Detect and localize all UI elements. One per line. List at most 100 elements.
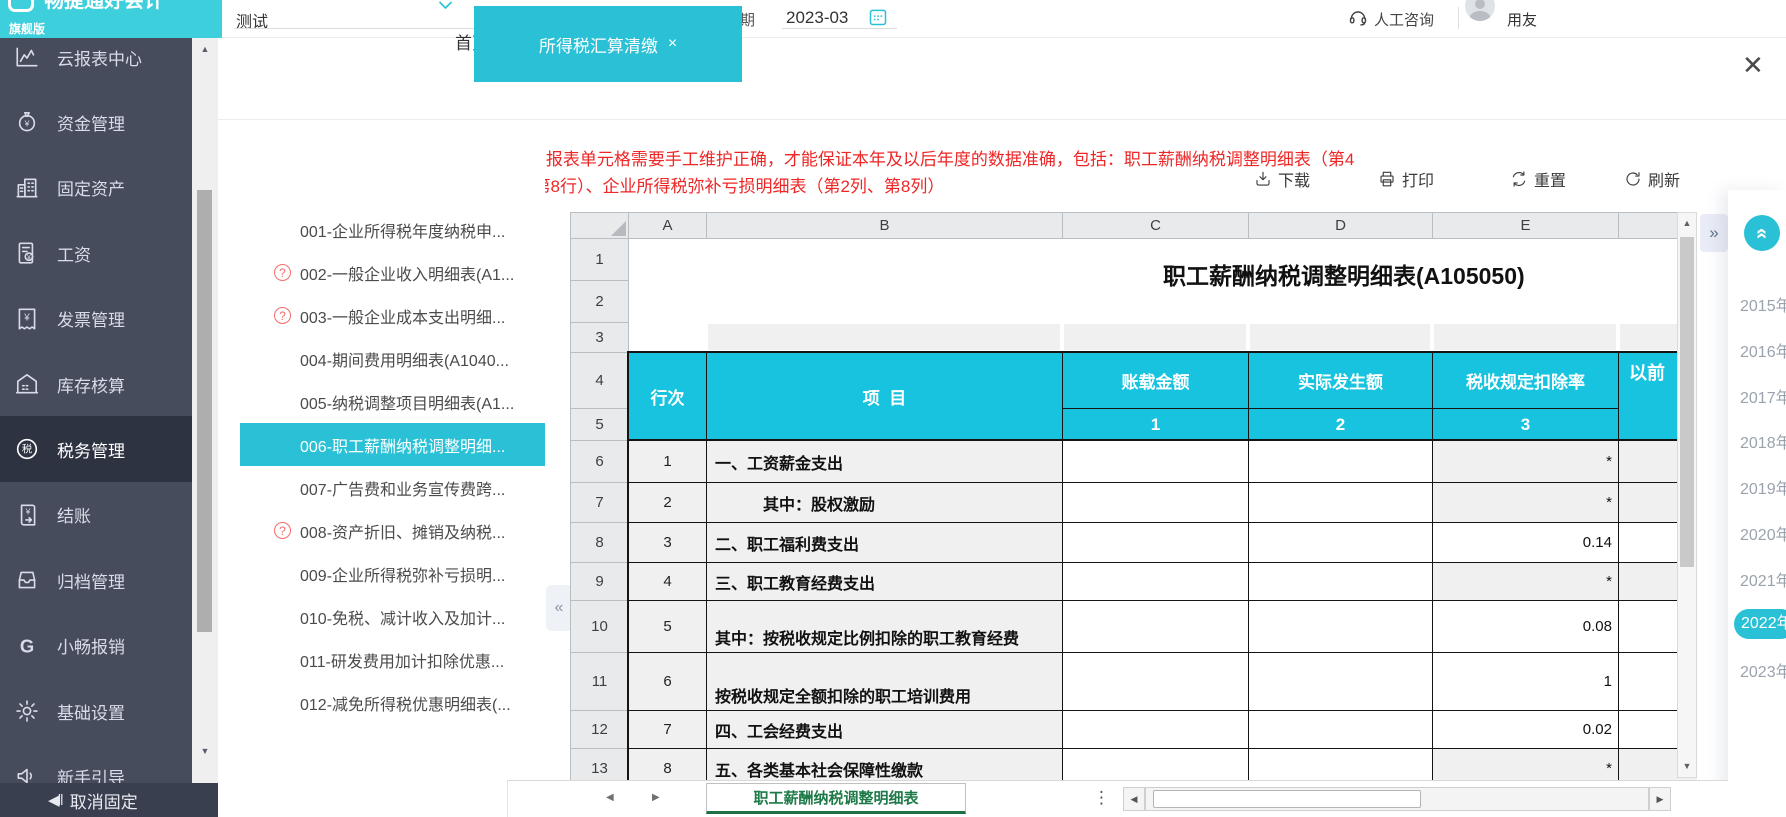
row-header-6[interactable]: 6	[570, 440, 629, 483]
cell-amount-book-4[interactable]	[1062, 562, 1249, 601]
sheet-tab-active[interactable]: 职工薪酬纳税调整明细表	[706, 783, 966, 814]
column-header-E[interactable]: E	[1432, 212, 1619, 239]
form-list-item[interactable]: 010-免税、减计收入及加计...	[240, 595, 545, 638]
sidebar-item-closing[interactable]: ¥ 结账	[0, 482, 192, 548]
sidebar-item-invoices[interactable]: ¥ 发票管理	[0, 286, 192, 352]
empty-cell[interactable]	[1250, 324, 1430, 350]
reset-button[interactable]: 重置	[1510, 166, 1566, 192]
year-item-2016[interactable]: 2016年	[1740, 338, 1786, 361]
cell-line-5[interactable]: 5	[628, 600, 707, 653]
form-list-item[interactable]: 006-职工薪酬纳税调整明细...	[240, 423, 545, 466]
cell-amount-book-8[interactable]	[1062, 748, 1249, 780]
form-list-item[interactable]: ? 002-一般企业收入明细表(A1...	[240, 251, 545, 294]
column-header-corner[interactable]	[570, 212, 629, 239]
refresh-button[interactable]: 刷新	[1624, 166, 1680, 192]
cell-amount-book-5[interactable]	[1062, 600, 1249, 653]
cell-line-2[interactable]: 2	[628, 482, 707, 523]
year-item-2021[interactable]: 2021年	[1740, 567, 1786, 590]
form-list-item[interactable]: 009-企业所得税弥补亏损明...	[240, 552, 545, 595]
cell-line-1[interactable]: 1	[628, 440, 707, 483]
cell-amount-actual-5[interactable]	[1248, 600, 1433, 653]
row-header-13[interactable]: 13	[570, 748, 629, 780]
user-name[interactable]: 用友	[1507, 9, 1537, 30]
column-header-A[interactable]: A	[628, 212, 707, 239]
year-item-2019[interactable]: 2019年	[1740, 475, 1786, 498]
avatar[interactable]	[1465, 0, 1495, 21]
cell-amount-actual-1[interactable]	[1248, 440, 1433, 483]
column-header-D[interactable]: D	[1248, 212, 1433, 239]
row-header-1[interactable]: 1	[570, 238, 629, 281]
sidebar-item-funds[interactable]: ¥ 资金管理	[0, 89, 192, 155]
form-list-item[interactable]: 005-纳税调整项目明细表(A1...	[240, 380, 545, 423]
more-sheets-icon[interactable]: ⋮	[1093, 788, 1110, 808]
year-item-2017[interactable]: 2017年	[1740, 384, 1786, 407]
year-item-2022[interactable]: 2022年	[1734, 609, 1786, 639]
cell-line-3[interactable]: 3	[628, 522, 707, 563]
cell-item-2[interactable]: 其中：股权激励	[706, 482, 1063, 523]
period-value[interactable]: 2023-03	[786, 8, 848, 28]
cell-line-4[interactable]: 4	[628, 562, 707, 601]
support-link[interactable]: 人工咨询	[1374, 9, 1434, 30]
empty-cell[interactable]	[708, 324, 1060, 350]
calendar-icon[interactable]	[868, 7, 888, 27]
cell-amount-actual-4[interactable]	[1248, 562, 1433, 601]
expand-panel-handle[interactable]: »	[1700, 214, 1728, 252]
empty-cell[interactable]	[1434, 324, 1616, 350]
cell-line-8[interactable]: 8	[628, 748, 707, 780]
row-header-5[interactable]: 5	[570, 408, 629, 441]
row-header-12[interactable]: 12	[570, 710, 629, 749]
close-tab-icon[interactable]: ×	[668, 35, 677, 53]
year-item-2018[interactable]: 2018年	[1740, 429, 1786, 452]
print-button[interactable]: 打印	[1378, 166, 1434, 192]
sidebar-item-archive[interactable]: 归档管理	[0, 547, 192, 613]
sidebar-item-settings[interactable]: 基础设置	[0, 678, 192, 744]
sidebar-scrollbar[interactable]: ▲ ▼	[192, 38, 218, 817]
row-header-2[interactable]: 2	[570, 280, 629, 323]
cell-rate-6[interactable]: 1	[1432, 652, 1619, 711]
select-all-corner[interactable]	[611, 221, 626, 236]
cell-amount-actual-2[interactable]	[1248, 482, 1433, 523]
cell-line-7[interactable]: 7	[628, 710, 707, 749]
sidebar-item-expense[interactable]: G 小畅报销	[0, 613, 192, 679]
sheet-hscroll-thumb[interactable]	[1153, 790, 1421, 808]
chevron-down-icon[interactable]	[438, 1, 453, 10]
year-item-2020[interactable]: 2020年	[1740, 521, 1786, 544]
scroll-up-icon[interactable]: ▲	[1678, 218, 1696, 228]
row-header-10[interactable]: 10	[570, 600, 629, 653]
cell-item-1[interactable]: 一、工资薪金支出	[706, 440, 1063, 483]
cell-rate-3[interactable]: 0.14	[1432, 522, 1619, 563]
sidebar-item-guide[interactable]: 新手引导	[0, 743, 192, 783]
scroll-up-icon[interactable]: ▲	[196, 44, 214, 54]
sheet-vertical-scrollbar[interactable]: ▲ ▼	[1677, 212, 1697, 778]
cell-item-8[interactable]: 五、各类基本社会保障性缴款	[706, 748, 1063, 780]
cell-rate-5[interactable]: 0.08	[1432, 600, 1619, 653]
cell-amount-actual-3[interactable]	[1248, 522, 1433, 563]
form-list-item[interactable]: 001-企业所得税年度纳税申...	[240, 208, 545, 251]
cell-amount-actual-7[interactable]	[1248, 710, 1433, 749]
row-header-9[interactable]: 9	[570, 562, 629, 601]
cell-rate-2[interactable]: *	[1432, 482, 1619, 523]
cell-rate-4[interactable]: *	[1432, 562, 1619, 601]
prev-sheet-icon[interactable]: ◀	[606, 792, 614, 803]
collapse-panel-handle[interactable]: «	[546, 585, 572, 631]
year-item-2015[interactable]: 2015年	[1740, 292, 1786, 315]
form-list-item[interactable]: 012-减免所得税优惠明细表(...	[240, 681, 545, 724]
cell-amount-book-3[interactable]	[1062, 522, 1249, 563]
column-header-C[interactable]: C	[1062, 212, 1249, 239]
cell-amount-book-6[interactable]	[1062, 652, 1249, 711]
scroll-down-icon[interactable]: ▼	[1678, 761, 1696, 771]
cell-line-6[interactable]: 6	[628, 652, 707, 711]
cell-rate-7[interactable]: 0.02	[1432, 710, 1619, 749]
sidebar-item-inventory[interactable]: 库存核算	[0, 351, 192, 417]
sidebar-item-fixed-assets[interactable]: 固定资产	[0, 155, 192, 221]
form-list-item[interactable]: 011-研发费用加计扣除优惠...	[240, 638, 545, 681]
sidebar-item-salary[interactable]: ¥ 工资	[0, 220, 192, 286]
tab-income-tax-settlement[interactable]: 所得税汇算清缴 ×	[474, 6, 742, 82]
row-header-8[interactable]: 8	[570, 522, 629, 563]
cell-rate-1[interactable]: *	[1432, 440, 1619, 483]
sheet-vscroll-thumb[interactable]	[1680, 237, 1694, 567]
close-page-icon[interactable]: ✕	[1742, 50, 1764, 81]
cell-amount-book-2[interactable]	[1062, 482, 1249, 523]
hscroll-right-button[interactable]: ▶	[1649, 787, 1671, 811]
cell-amount-book-1[interactable]	[1062, 440, 1249, 483]
